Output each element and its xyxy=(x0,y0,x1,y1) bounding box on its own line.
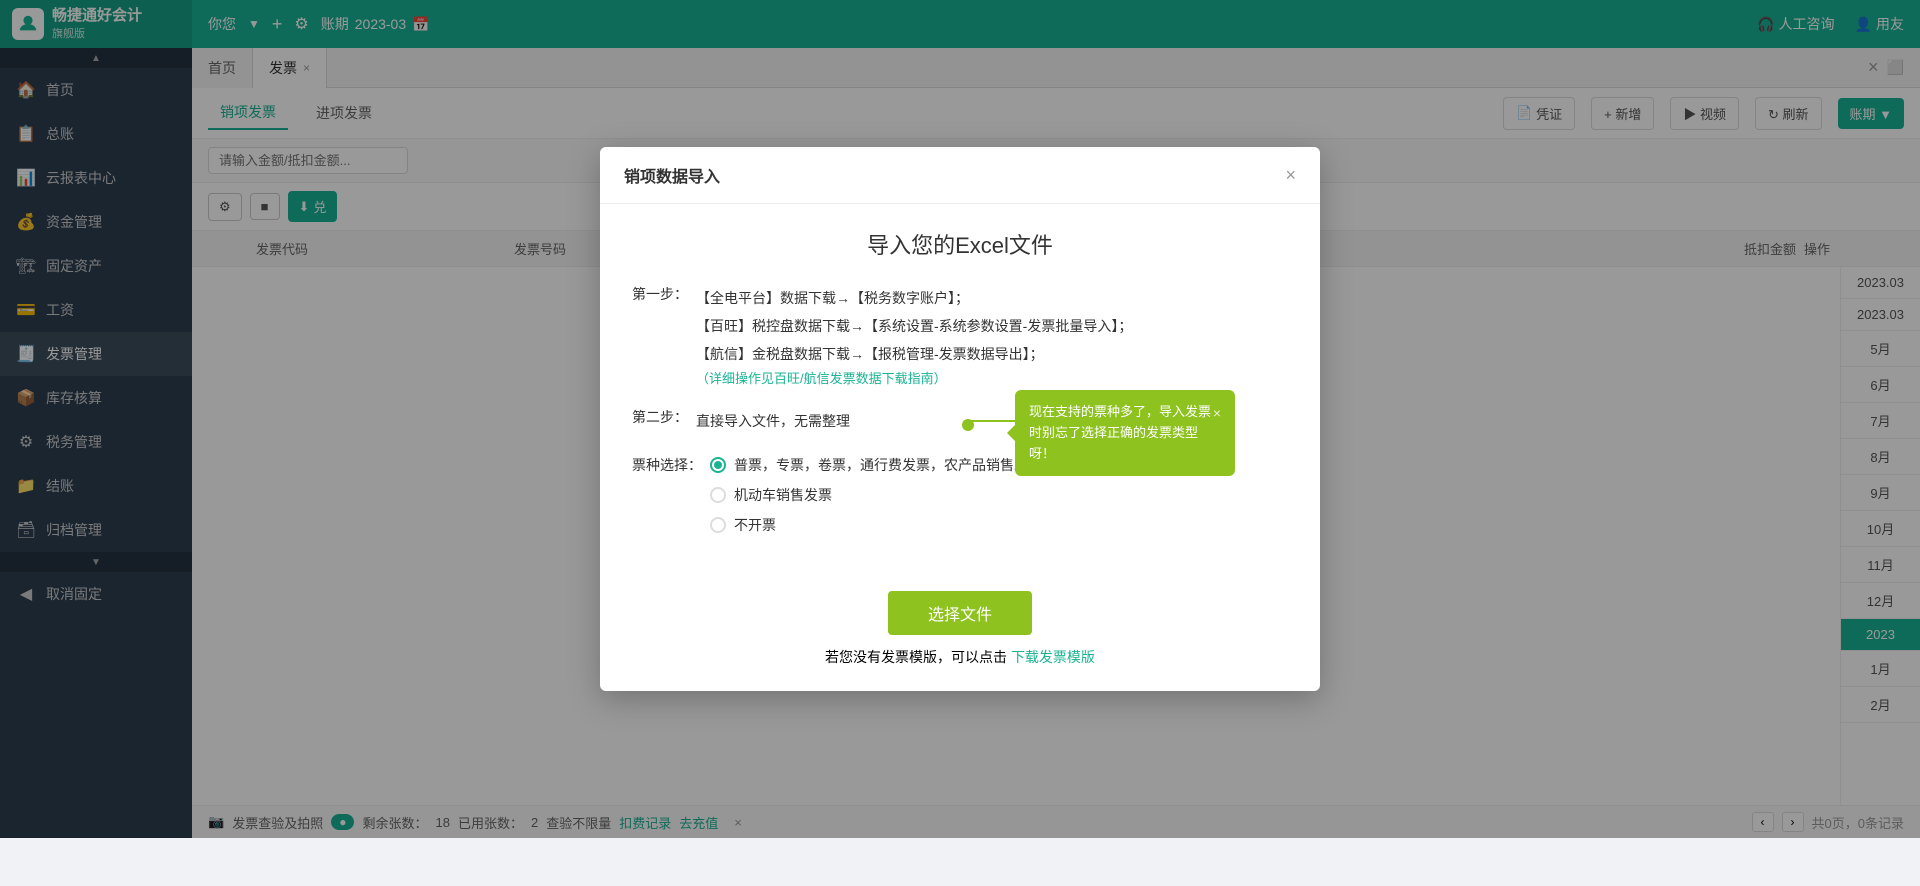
modal-main-title: 导入您的Excel文件 xyxy=(632,228,1288,260)
step2-label: 第二步： xyxy=(632,407,688,435)
select-file-btn[interactable]: 选择文件 xyxy=(888,591,1032,635)
modal-footer-hint-area: 若您没有发票模版，可以点击 下载发票模版 xyxy=(825,647,1095,667)
radio-none-label: 不开票 xyxy=(734,515,776,535)
step1-label: 第一步： xyxy=(632,284,688,387)
modal-close-btn[interactable]: × xyxy=(1285,165,1296,186)
radio-none-circle xyxy=(710,517,726,533)
tooltip-bubble: × 现在支持的票种多了，导入发票时别忘了选择正确的发票类型呀！ xyxy=(1015,390,1235,476)
step1-line2: 【百旺】税控盘数据下载→【系统设置-系统参数设置-发票批量导入】； xyxy=(696,312,1132,340)
step1-guide-link[interactable]: （详细操作见百旺/航信发票数据下载指南） xyxy=(696,371,947,386)
radio-normal[interactable]: 普票，专票，卷票，通行费发票，农产品销售发票 xyxy=(710,455,1042,475)
radio-motor-label: 机动车销售发票 xyxy=(734,485,832,505)
download-template-link[interactable]: 下载发票模版 xyxy=(1011,649,1095,665)
step1-line1: 【全电平台】数据下载→【税务数字账户】； xyxy=(696,284,1132,312)
radio-normal-dot xyxy=(714,461,722,469)
radio-motor[interactable]: 机动车销售发票 xyxy=(710,485,1042,505)
radio-normal-circle xyxy=(710,457,726,473)
radio-label: 票种选择： xyxy=(632,455,702,535)
tooltip-connector-line xyxy=(968,420,1018,422)
tooltip-arrow xyxy=(1007,425,1015,441)
modal-title: 销项数据导入 xyxy=(624,163,720,187)
modal-footer: 选择文件 若您没有发票模版，可以点击 下载发票模版 xyxy=(600,575,1320,691)
step1-line3: 【航信】金税盘数据下载→【报税管理-发票数据导出】； xyxy=(696,340,1132,368)
radio-normal-label: 普票，专票，卷票，通行费发票，农产品销售发票 xyxy=(734,455,1042,475)
footer-hint-text: 若您没有发票模版，可以点击 xyxy=(825,649,1007,665)
step1: 第一步： 【全电平台】数据下载→【税务数字账户】； 【百旺】税控盘数据下载→【系… xyxy=(632,284,1288,387)
step2-content: 直接导入文件，无需整理 xyxy=(688,407,850,435)
radio-motor-circle xyxy=(710,487,726,503)
tooltip-close-btn[interactable]: × xyxy=(1213,402,1221,424)
radio-none[interactable]: 不开票 xyxy=(710,515,1042,535)
modal-header: 销项数据导入 × xyxy=(600,147,1320,204)
tooltip-text: 现在支持的票种多了，导入发票时别忘了选择正确的发票类型呀！ xyxy=(1029,404,1211,461)
